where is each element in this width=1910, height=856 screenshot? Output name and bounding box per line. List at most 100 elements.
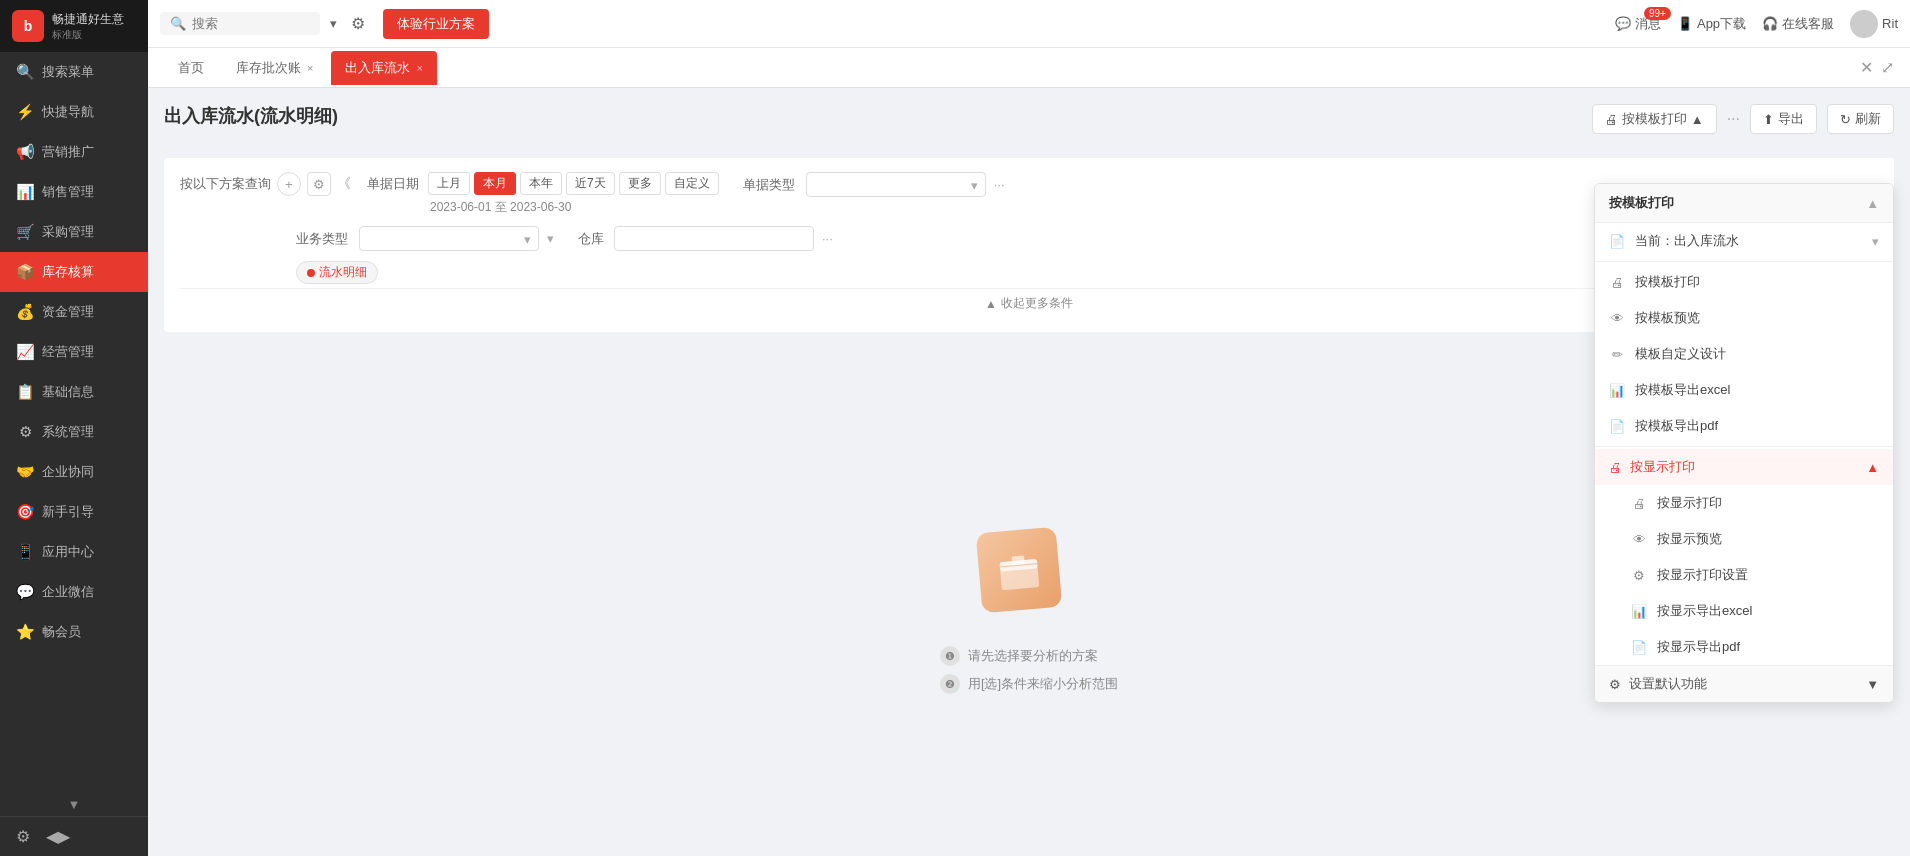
sidebar-item-operation[interactable]: 📈 经营管理: [0, 332, 148, 372]
user-avatar[interactable]: Rit: [1850, 10, 1898, 38]
search-icon: 🔍: [170, 16, 186, 31]
hint-num-2: ❷: [940, 674, 960, 694]
sidebar-item-wechat[interactable]: 💬 企业微信: [0, 572, 148, 612]
tab-flow-close-icon[interactable]: ×: [416, 62, 422, 74]
collapse-icon[interactable]: ◀▶: [46, 827, 70, 846]
display-print-icon: 🖨: [1631, 495, 1647, 511]
tab-home[interactable]: 首页: [164, 51, 218, 85]
app-download-btn[interactable]: 📱 App下载: [1677, 15, 1746, 33]
template-pdf-item[interactable]: 📄 按模板导出pdf: [1595, 408, 1893, 444]
sidebar-item-system[interactable]: ⚙ 系统管理: [0, 412, 148, 452]
window-close-icon[interactable]: ✕: [1860, 58, 1873, 77]
sidebar-item-app-center[interactable]: 📱 应用中心: [0, 532, 148, 572]
template-preview-item[interactable]: 👁 按模板预览: [1595, 300, 1893, 336]
more-dots-icon[interactable]: ···: [1727, 110, 1740, 128]
warehouse-input[interactable]: [614, 226, 814, 251]
industry-btn[interactable]: 体验行业方案: [383, 9, 489, 39]
template-print-icon: 🖨: [1609, 274, 1625, 290]
sidebar-item-label-marketing: 营销推广: [42, 143, 94, 161]
display-excel-item[interactable]: 📊 按显示导出excel: [1595, 593, 1893, 629]
operation-icon: 📈: [16, 343, 34, 361]
dropdown-chevron-up-icon[interactable]: ▲: [1866, 196, 1879, 211]
warehouse-label: 仓库: [578, 230, 606, 248]
search-input[interactable]: [192, 16, 292, 31]
refresh-btn[interactable]: ↻ 刷新: [1827, 104, 1894, 134]
sidebar-item-search[interactable]: 🔍 搜索菜单: [0, 52, 148, 92]
svg-rect-2: [1012, 555, 1025, 565]
sidebar-item-label-system: 系统管理: [42, 423, 94, 441]
template-custom-item[interactable]: ✏ 模板自定义设计: [1595, 336, 1893, 372]
search-box[interactable]: 🔍: [160, 12, 320, 35]
tag-dot: [307, 269, 315, 277]
hint-num-1: ❶: [940, 646, 960, 666]
search-icon: 🔍: [16, 63, 34, 81]
sidebar-scroll-down[interactable]: ▼: [0, 793, 148, 816]
wechat-icon: 💬: [16, 583, 34, 601]
empty-hints: ❶ 请先选择要分析的方案 ❷ 用[选]条件来缩小分析范围: [940, 646, 1118, 694]
filter-collapse-icon[interactable]: 《: [337, 175, 351, 193]
tab-batch-label: 库存批次账: [236, 59, 301, 77]
window-expand-icon[interactable]: ⤢: [1881, 58, 1894, 77]
divider-2: [1595, 446, 1893, 447]
doc-type-more-icon[interactable]: ···: [994, 177, 1005, 192]
sidebar-item-label-sales: 销售管理: [42, 183, 94, 201]
date-btn-last-month[interactable]: 上月: [428, 172, 470, 195]
template-print-item[interactable]: 🖨 按模板打印: [1595, 264, 1893, 300]
collapse-btn[interactable]: ▲ 收起更多条件: [985, 295, 1073, 312]
topbar-dropdown[interactable]: ▾: [330, 16, 337, 31]
tab-flow[interactable]: 出入库流水 ×: [331, 51, 436, 85]
sidebar-item-quick-nav[interactable]: ⚡ 快捷导航: [0, 92, 148, 132]
display-section-header[interactable]: 🖨 按显示打印 ▲: [1595, 449, 1893, 485]
tab-batch-account[interactable]: 库存批次账 ×: [222, 51, 327, 85]
display-pdf-item[interactable]: 📄 按显示导出pdf: [1595, 629, 1893, 665]
print-btn[interactable]: 🖨 按模板打印 ▲: [1592, 104, 1717, 134]
sidebar-item-member[interactable]: ⭐ 畅会员: [0, 612, 148, 652]
box-svg: [992, 543, 1046, 597]
sidebar-item-sales[interactable]: 📊 销售管理: [0, 172, 148, 212]
filter-settings-icon[interactable]: ⚙: [307, 172, 331, 196]
settings-icon[interactable]: ⚙: [16, 827, 30, 846]
date-btn-more[interactable]: 更多: [619, 172, 661, 195]
sidebar-item-label-purchase: 采购管理: [42, 223, 94, 241]
display-settings-item[interactable]: ⚙ 按显示打印设置: [1595, 557, 1893, 593]
template-excel-item[interactable]: 📊 按模板导出excel: [1595, 372, 1893, 408]
warehouse-more-icon[interactable]: ···: [822, 231, 833, 246]
sidebar-item-marketing[interactable]: 📢 营销推广: [0, 132, 148, 172]
doc-type-select[interactable]: [806, 172, 986, 197]
empty-hint-2: ❷ 用[选]条件来缩小分析范围: [940, 674, 1118, 694]
online-service-btn[interactable]: 🎧 在线客服: [1762, 15, 1834, 33]
warehouse-field: 仓库 ···: [578, 226, 833, 251]
current-chevron-icon: ▾: [1872, 234, 1879, 249]
filter-add-btn[interactable]: +: [277, 172, 301, 196]
display-print-item[interactable]: 🖨 按显示打印: [1595, 485, 1893, 521]
tab-batch-close-icon[interactable]: ×: [307, 62, 313, 74]
filter-tag-item[interactable]: 流水明细: [296, 261, 378, 284]
printer-icon: 🖨: [1605, 112, 1618, 127]
biz-type-chevron-icon[interactable]: ▾: [547, 231, 554, 246]
date-range-text: 2023-06-01 至 2023-06-30: [430, 199, 719, 216]
biz-type-select[interactable]: [359, 226, 539, 251]
filter-label-area: 按以下方案查询 + ⚙ 《: [180, 172, 351, 196]
date-btn-this-year[interactable]: 本年: [520, 172, 562, 195]
sidebar-item-guide[interactable]: 🎯 新手引导: [0, 492, 148, 532]
sidebar-item-finance[interactable]: 💰 资金管理: [0, 292, 148, 332]
sales-icon: 📊: [16, 183, 34, 201]
sidebar-item-purchase[interactable]: 🛒 采购管理: [0, 212, 148, 252]
gear-icon[interactable]: ⚙: [351, 14, 365, 33]
dropdown-current-item[interactable]: 📄 当前：出入库流水 ▾: [1595, 223, 1893, 259]
window-controls: ✕ ⤢: [1860, 58, 1894, 77]
date-btn-custom[interactable]: 自定义: [665, 172, 719, 195]
sidebar-item-basic[interactable]: 📋 基础信息: [0, 372, 148, 412]
marketing-icon: 📢: [16, 143, 34, 161]
dropdown-footer[interactable]: ⚙ 设置默认功能 ▼: [1595, 665, 1893, 702]
message-btn[interactable]: 💬 消息 99+: [1615, 15, 1661, 33]
date-btn-7days[interactable]: 近7天: [566, 172, 615, 195]
biz-type-field: 业务类型 ▾: [296, 226, 554, 251]
sidebar-item-inventory[interactable]: 📦 库存核算: [0, 252, 148, 292]
export-btn[interactable]: ⬆ 导出: [1750, 104, 1817, 134]
sidebar-item-enterprise[interactable]: 🤝 企业协同: [0, 452, 148, 492]
title-toolbar-row: 出入库流水(流水明细) 🖨 按模板打印 ▲ ··· ⬆ 导出 ↻ 刷新: [164, 104, 1894, 144]
quick-nav-icon: ⚡: [16, 103, 34, 121]
display-preview-item[interactable]: 👁 按显示预览: [1595, 521, 1893, 557]
date-btn-this-month[interactable]: 本月: [474, 172, 516, 195]
